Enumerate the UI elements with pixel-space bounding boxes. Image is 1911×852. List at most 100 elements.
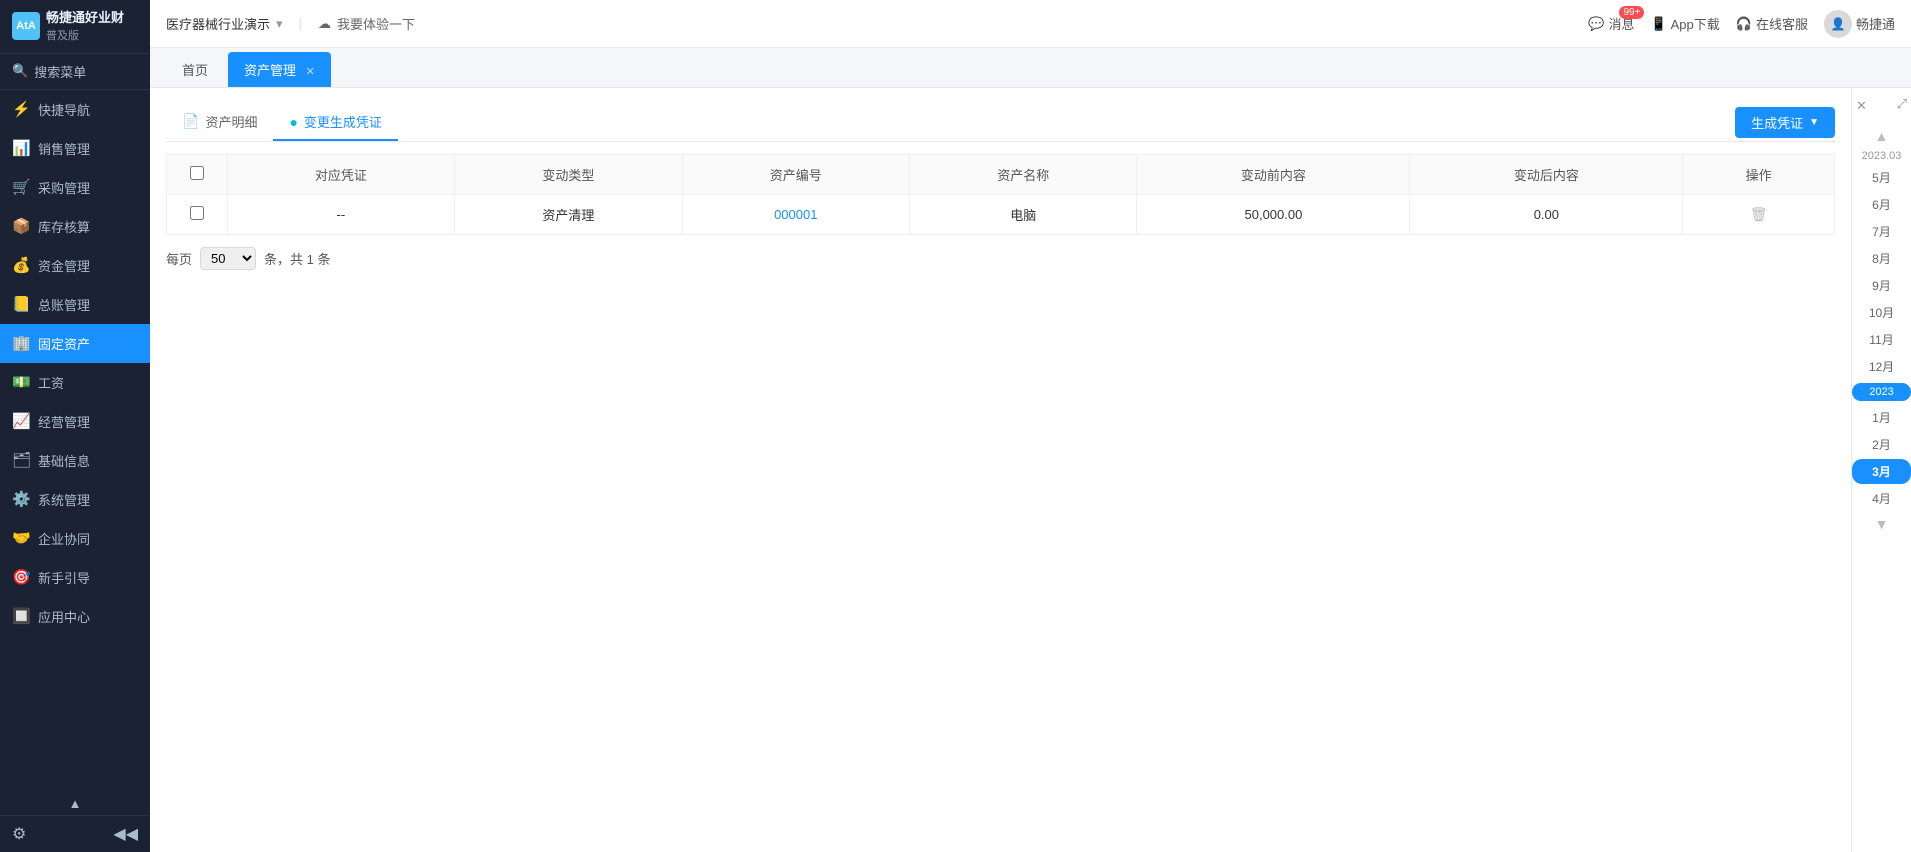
- sidebar-item-app-center[interactable]: 🔲 应用中心: [0, 597, 150, 636]
- tab-home[interactable]: 首页: [166, 52, 224, 87]
- total-label: 条，共 1 条: [264, 249, 330, 268]
- timeline-month-9[interactable]: 9月: [1852, 273, 1911, 298]
- col-header-action: 操作: [1683, 155, 1835, 195]
- table-header: 对应凭证 变动类型 资产编号 资产名称 变动前内容 变动后内容 操作: [167, 155, 1835, 195]
- tab-asset-mgmt[interactable]: 资产管理 ✕: [228, 52, 331, 87]
- sub-tab-change-voucher-label: 变更生成凭证: [304, 112, 382, 131]
- row-before: 50,000.00: [1137, 195, 1410, 235]
- timeline-month-10[interactable]: 10月: [1852, 300, 1911, 325]
- customer-service-label: 在线客服: [1756, 14, 1808, 33]
- tab-close-icon[interactable]: ✕: [306, 66, 315, 78]
- purchase-icon: 🛒: [12, 178, 30, 196]
- timeline-month-11[interactable]: 11月: [1852, 327, 1911, 352]
- delete-icon[interactable]: 🗑: [1750, 206, 1768, 222]
- ledger-icon: 📒: [12, 295, 30, 313]
- col-header-type: 变动类型: [455, 155, 682, 195]
- main-area: 医疗器械行业演示 ▾ | ☁ 我要体验一下 💬 消息 99+ 📱 App下载 🎧…: [150, 0, 1911, 852]
- user-menu[interactable]: 👤 畅捷通: [1824, 10, 1895, 38]
- header-separator: |: [299, 16, 302, 31]
- app-download-button[interactable]: 📱 App下载: [1650, 14, 1719, 33]
- sidebar-item-system-label: 系统管理: [38, 490, 90, 509]
- edition-label: 普及版: [46, 27, 124, 43]
- cooperation-icon: 🤝: [12, 529, 30, 547]
- sub-tab-asset-detail[interactable]: 📄 资产明细: [166, 104, 273, 141]
- sidebar-item-operation-label: 经营管理: [38, 412, 90, 431]
- timeline-scroll-up[interactable]: ▲: [1871, 124, 1893, 148]
- sidebar-item-fund-label: 资金管理: [38, 256, 90, 275]
- sidebar-item-salary[interactable]: 💵 工资: [0, 363, 150, 402]
- sidebar-item-purchase[interactable]: 🛒 采购管理: [0, 168, 150, 207]
- app-download-label: App下载: [1671, 14, 1720, 33]
- sidebar-bottom: ⚙ ◀◀: [0, 815, 150, 852]
- timeline-expand-icon[interactable]: ⤢: [1897, 96, 1907, 112]
- change-voucher-icon: ●: [289, 114, 297, 130]
- timeline-month-12[interactable]: 12月: [1852, 354, 1911, 379]
- fixed-assets-icon: 🏢: [12, 334, 30, 352]
- table-body: -- 资产清理 000001 电脑 50,000.00 0.00 🗑: [167, 195, 1835, 235]
- user-name: 畅捷通: [1856, 14, 1895, 33]
- sidebar-item-quick-nav[interactable]: ⚡ 快捷导航: [0, 90, 150, 129]
- salary-icon: 💵: [12, 373, 30, 391]
- timeline-month-4[interactable]: 4月: [1852, 486, 1911, 511]
- sidebar-item-ledger-label: 总账管理: [38, 295, 90, 314]
- sidebar-item-base-info[interactable]: 🗂 基础信息: [0, 441, 150, 480]
- sidebar-item-cooperation[interactable]: 🤝 企业协同: [0, 519, 150, 558]
- search-icon: 🔍: [12, 63, 28, 79]
- timeline-month-1[interactable]: 1月: [1852, 405, 1911, 430]
- timeline-month-7[interactable]: 7月: [1852, 219, 1911, 244]
- generate-dropdown-icon: ▼: [1809, 117, 1819, 128]
- toolbar: 生成凭证 ▼: [1735, 107, 1835, 138]
- app-center-icon: 🔲: [12, 607, 30, 625]
- avatar: 👤: [1824, 10, 1852, 38]
- sidebar-item-fund[interactable]: 💰 资金管理: [0, 246, 150, 285]
- logo-text: 畅捷通好业财: [46, 10, 124, 27]
- tab-asset-mgmt-label: 资产管理: [244, 63, 296, 78]
- change-voucher-table: 对应凭证 变动类型 资产编号 资产名称 变动前内容 变动后内容 操作: [166, 154, 1835, 235]
- timeline-month-3[interactable]: 3月: [1852, 459, 1911, 484]
- sidebar-item-fixed-assets[interactable]: 🏢 固定资产: [0, 324, 150, 363]
- timeline-close-icon[interactable]: ✕: [1856, 98, 1867, 114]
- sidebar-item-purchase-label: 采购管理: [38, 178, 90, 197]
- timeline-month-2[interactable]: 2月: [1852, 432, 1911, 457]
- tab-bar: 首页 资产管理 ✕: [150, 48, 1911, 88]
- messages-button[interactable]: 💬 消息 99+: [1588, 14, 1634, 33]
- header-right: 💬 消息 99+ 📱 App下载 🎧 在线客服 👤 畅捷通: [1588, 10, 1895, 38]
- customer-service-button[interactable]: 🎧 在线客服: [1736, 14, 1808, 33]
- sidebar-item-operation[interactable]: 📈 经营管理: [0, 402, 150, 441]
- content-area: 📄 资产明细 ● 变更生成凭证 生成凭证 ▼: [150, 88, 1911, 852]
- demo-label: 我要体验一下: [337, 14, 415, 33]
- company-selector[interactable]: 医疗器械行业演示 ▾: [166, 14, 283, 33]
- sidebar-item-system[interactable]: ⚙️ 系统管理: [0, 480, 150, 519]
- row-voucher: --: [227, 195, 454, 235]
- row-name: 电脑: [910, 195, 1137, 235]
- tab-home-label: 首页: [182, 63, 208, 78]
- timeline-month-5[interactable]: 5月: [1852, 165, 1911, 190]
- per-page-select[interactable]: 50 10 20 100: [200, 247, 256, 270]
- settings-icon[interactable]: ⚙: [12, 824, 26, 844]
- timeline-scroll-down[interactable]: ▼: [1871, 512, 1893, 536]
- sidebar-item-guide[interactable]: 🎯 新手引导: [0, 558, 150, 597]
- sidebar-scroll-up[interactable]: ▲: [0, 792, 150, 815]
- search-menu[interactable]: 🔍 搜索菜单: [0, 54, 150, 90]
- demo-button[interactable]: ☁ 我要体验一下: [318, 14, 415, 33]
- row-checkbox[interactable]: [190, 206, 204, 220]
- pagination: 每页 50 10 20 100 条，共 1 条: [166, 235, 1835, 274]
- timeline-current-year[interactable]: 2023: [1852, 383, 1911, 401]
- sidebar-item-sales-label: 销售管理: [38, 139, 90, 158]
- sales-icon: 📊: [12, 139, 30, 157]
- sub-tab-change-voucher[interactable]: ● 变更生成凭证: [273, 104, 397, 141]
- select-all-checkbox[interactable]: [190, 166, 204, 180]
- sidebar-item-sales[interactable]: 📊 销售管理: [0, 129, 150, 168]
- col-header-check: [167, 155, 228, 195]
- messages-badge: 99+: [1619, 6, 1644, 19]
- collapse-icon[interactable]: ◀◀: [113, 824, 138, 844]
- timeline-month-8[interactable]: 8月: [1852, 246, 1911, 271]
- row-code: 000001: [682, 195, 909, 235]
- generate-voucher-button[interactable]: 生成凭证 ▼: [1735, 107, 1835, 138]
- timeline-month-6[interactable]: 6月: [1852, 192, 1911, 217]
- base-info-icon: 🗂: [12, 451, 30, 469]
- sidebar-item-inventory[interactable]: 📦 库存核算: [0, 207, 150, 246]
- sidebar-item-ledger[interactable]: 📒 总账管理: [0, 285, 150, 324]
- timeline-panel: ✕ ⤢ ▲ 2023.03 5月 6月 7月 8月 9月 10月 11月 12月…: [1851, 88, 1911, 852]
- asset-detail-icon: 📄: [182, 113, 199, 130]
